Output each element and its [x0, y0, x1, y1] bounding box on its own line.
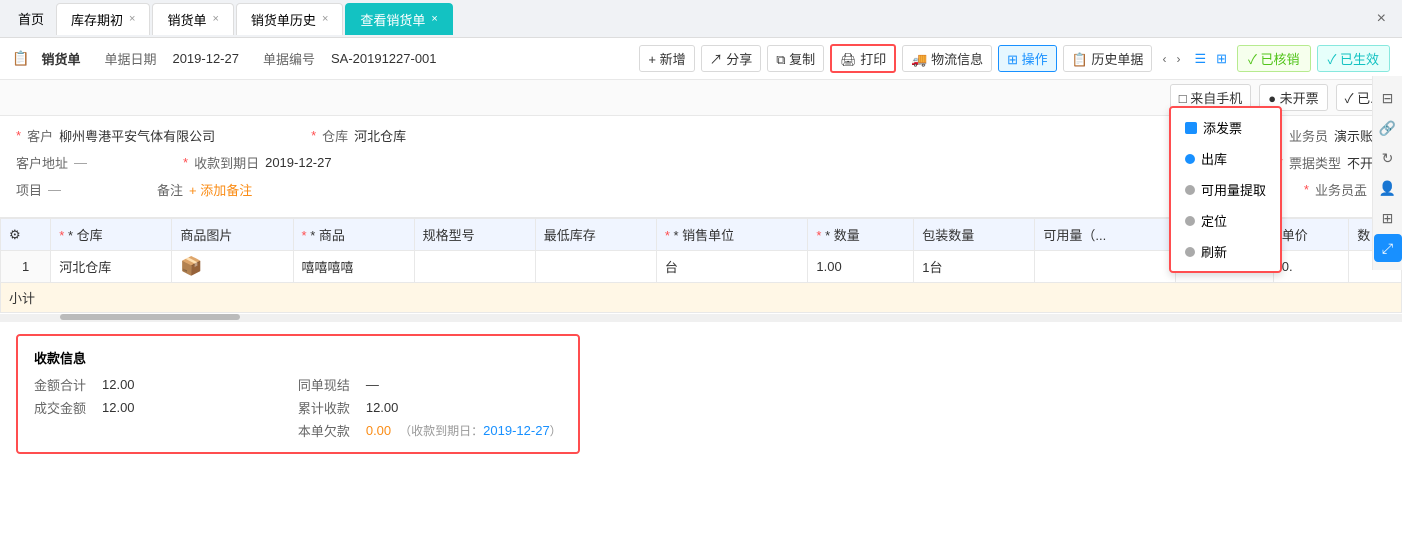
toolbar: 📋 销货单 单据日期 2019-12-27 单据编号 SA-20191227-0…	[0, 38, 1402, 80]
effective-status: ✓ 已生效	[1317, 45, 1391, 72]
customer-field: * 客户 柳州粤港平安气体有限公司	[16, 126, 215, 145]
add-button[interactable]: + 新增	[639, 45, 694, 72]
right-icon-1[interactable]: ⊟	[1374, 84, 1402, 112]
no-value: SA-20191227-001	[331, 51, 437, 66]
col-pack-qty: 包装数量	[914, 219, 1035, 251]
col-warehouse: * * 仓库	[51, 219, 172, 251]
summary-box: 收款信息 金额合计 12.00 同单现结 — 成交金额 12.00 累计收款 1…	[16, 334, 580, 454]
ticket-type-field: * 票据类型 不开票	[1278, 153, 1386, 172]
add-invoice-icon	[1185, 122, 1197, 134]
add-remark-button[interactable]: + 添加备注	[189, 180, 252, 199]
right-icon-3[interactable]: ↻	[1374, 144, 1402, 172]
right-icon-expand[interactable]: ⤢	[1374, 234, 1402, 262]
project-field: 项目 —	[16, 180, 61, 199]
copy-button[interactable]: ⧉ 复制	[767, 45, 824, 72]
row-qty: 1.00	[808, 251, 914, 283]
summary-arrears: 本单欠款 0.00 （收款到期日：2019-12-27）	[298, 421, 562, 440]
tab-view-sales[interactable]: 查看销货单 ×	[345, 3, 452, 35]
row-min-stock	[535, 251, 656, 283]
right-icon-2[interactable]: 🔗	[1374, 114, 1402, 142]
tab-inventory[interactable]: 库存期初 ×	[56, 3, 150, 35]
print-button[interactable]: 🖨 打印	[830, 44, 896, 73]
dropdown-add-invoice[interactable]: 添发票	[1171, 112, 1280, 143]
out-warehouse-icon	[1185, 154, 1195, 164]
tab-close-sales-history[interactable]: ×	[322, 13, 328, 25]
right-icon-5[interactable]: ⊞	[1374, 204, 1402, 232]
doc-icon: 📋	[12, 50, 29, 67]
col-spec: 规格型号	[414, 219, 535, 251]
settings-icon[interactable]: ⚙	[9, 227, 21, 242]
row-pack-qty: 1台	[914, 251, 1035, 283]
doc-type: 销货单	[41, 49, 80, 68]
col-min-stock: 最低库存	[535, 219, 656, 251]
available-qty-icon	[1185, 185, 1195, 195]
summary-deal-amount: 成交金额 12.00	[34, 398, 298, 417]
summary-section: 收款信息 金额合计 12.00 同单现结 — 成交金额 12.00 累计收款 1…	[0, 322, 1402, 466]
dropdown-available-qty[interactable]: 可用量提取	[1171, 174, 1280, 205]
tab-close-inventory[interactable]: ×	[129, 13, 135, 25]
action-button[interactable]: ⊞ 操作	[998, 45, 1057, 72]
col-product: * * 商品	[293, 219, 414, 251]
tab-close-sales[interactable]: ×	[212, 13, 218, 25]
row-price: 0.	[1273, 251, 1348, 283]
summary-title: 收款信息	[34, 348, 562, 367]
warehouse-field: * 仓库 河北仓库	[311, 126, 406, 145]
verified-status: ✓ 已核销	[1237, 45, 1311, 72]
col-image: 商品图片	[172, 219, 293, 251]
layout-icons: ☰ ⊞	[1190, 49, 1231, 69]
date-value: 2019-12-27	[172, 51, 239, 66]
tab-home[interactable]: 首页	[8, 3, 54, 34]
toolbar-right: + 新增 ↗ 分享 ⧉ 复制 🖨 打印 🚚 物流信息 ⊞ 操作 📋 历史单据 ‹…	[639, 44, 1390, 73]
tab-close-view-sales[interactable]: ×	[431, 13, 437, 25]
row-warehouse: 河北仓库	[51, 251, 172, 283]
subtotal-label: 小计	[1, 283, 1402, 313]
share-button[interactable]: ↗ 分享	[701, 45, 762, 72]
row-available	[1035, 251, 1175, 283]
col-gear[interactable]: ⚙	[1, 219, 51, 251]
list-layout-icon[interactable]: ☰	[1190, 49, 1210, 69]
refresh-icon	[1185, 247, 1195, 257]
row-num: 1	[1, 251, 51, 283]
right-icon-4[interactable]: 👤	[1374, 174, 1402, 202]
dropdown-refresh[interactable]: 刷新	[1171, 236, 1280, 267]
summary-total-received: 累计收款 12.00	[298, 398, 562, 417]
row-product: 嘻嘻嘻嘻	[293, 251, 414, 283]
history-button[interactable]: 📋 历史单据	[1063, 45, 1153, 72]
tab-bar: 首页 库存期初 × 销货单 × 销货单历史 × 查看销货单 × ×	[0, 0, 1402, 38]
tab-sales-history[interactable]: 销货单历史 ×	[236, 3, 343, 35]
dropdown-out-warehouse[interactable]: 出库	[1171, 143, 1280, 174]
payment-date-field: * 收款到期日 2019-12-27	[183, 153, 332, 172]
row-unit: 台	[656, 251, 808, 283]
col-unit: * * 销售单位	[656, 219, 808, 251]
remark-field: 备注 + 添加备注	[157, 180, 252, 199]
dropdown-locate[interactable]: 定位	[1171, 205, 1280, 236]
close-button[interactable]: ×	[1369, 6, 1394, 32]
next-arrow[interactable]: ›	[1172, 50, 1184, 68]
prev-arrow[interactable]: ‹	[1158, 50, 1170, 68]
no-label: 单据编号	[263, 49, 315, 68]
nav-arrows: ‹ ›	[1158, 50, 1184, 68]
main-content: 📋 销货单 单据日期 2019-12-27 单据编号 SA-20191227-0…	[0, 38, 1402, 533]
col-available: 可用量（...	[1035, 219, 1175, 251]
col-price: 单价	[1273, 219, 1348, 251]
tab-sales[interactable]: 销货单 ×	[152, 3, 233, 35]
right-panel: ⊟ 🔗 ↻ 👤 ⊞ ⤢	[1372, 76, 1402, 270]
locate-icon	[1185, 216, 1195, 226]
row-image: 📦	[172, 251, 293, 283]
dropdown-menu: 添发票 出库 可用量提取 定位 刷新	[1169, 106, 1282, 273]
col-qty: * * 数量	[808, 219, 914, 251]
summary-total-amount: 金额合计 12.00	[34, 375, 298, 394]
row-spec	[414, 251, 535, 283]
date-label: 单据日期	[104, 49, 156, 68]
subtotal-row: 小计	[1, 283, 1402, 313]
logistics-button[interactable]: 🚚 物流信息	[902, 45, 992, 72]
address-field: 客户地址 —	[16, 153, 87, 172]
grid-layout-icon[interactable]: ⊞	[1212, 49, 1231, 69]
summary-same-order: 同单现结 —	[298, 375, 562, 394]
